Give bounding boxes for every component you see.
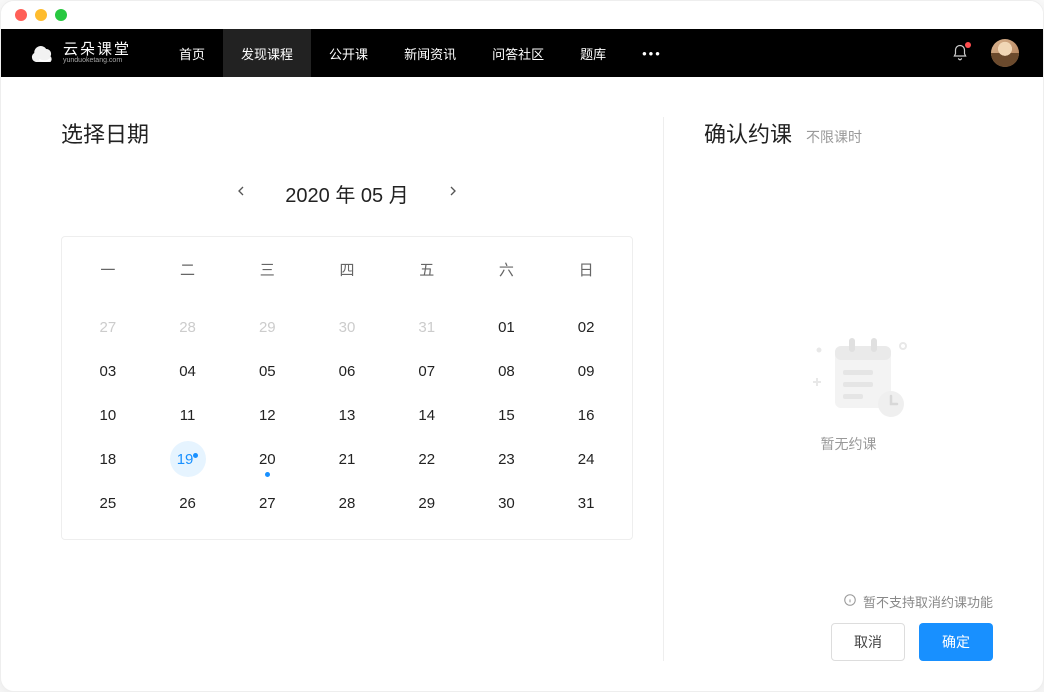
calendar-day[interactable]: 05 [227, 349, 307, 393]
calendar-day[interactable]: 16 [546, 393, 626, 437]
calendar-day[interactable]: 29 [387, 481, 467, 525]
month-label: 2020 年 05 月 [285, 179, 408, 208]
dow-cell: 五 [387, 247, 467, 291]
calendar-day[interactable]: 31 [546, 481, 626, 525]
calendar-weeks: 2728293031010203040506070809101112131415… [68, 305, 626, 525]
dow-cell: 六 [467, 247, 547, 291]
calendar-day[interactable]: 26 [148, 481, 228, 525]
logo-text-cn: 云朵课堂 [63, 42, 131, 57]
confirm-button[interactable]: 确定 [919, 623, 993, 661]
close-window-icon[interactable] [15, 9, 27, 21]
nav-item-2[interactable]: 公开课 [311, 29, 386, 77]
nav-item-3[interactable]: 新闻资讯 [386, 29, 474, 77]
calendar-day[interactable]: 15 [467, 393, 547, 437]
calendar-grid: 一二三四五六日 27282930310102030405060708091011… [61, 236, 633, 540]
calendar-day[interactable]: 28 [148, 305, 228, 349]
calendar-day[interactable]: 03 [68, 349, 148, 393]
calendar-day[interactable]: 30 [467, 481, 547, 525]
top-nav: 云朵课堂 yunduoketang.com 首页发现课程公开课新闻资讯问答社区题… [1, 29, 1043, 77]
calendar-day[interactable]: 13 [307, 393, 387, 437]
dow-cell: 三 [227, 247, 307, 291]
event-dot-icon [265, 472, 270, 477]
notice-text: 暂不支持取消约课功能 [863, 592, 993, 611]
titlebar [1, 1, 1043, 29]
event-dot-icon [193, 453, 198, 458]
calendar-day[interactable]: 09 [546, 349, 626, 393]
calendar-day[interactable]: 23 [467, 437, 547, 481]
calendar-day[interactable]: 01 [467, 305, 547, 349]
calendar-day[interactable]: 30 [307, 305, 387, 349]
avatar[interactable] [991, 39, 1019, 67]
calendar-day[interactable]: 20 [227, 437, 307, 481]
month-nav: 2020 年 05 月 [61, 177, 633, 210]
calendar-day[interactable]: 11 [148, 393, 228, 437]
dow-row: 一二三四五六日 [68, 247, 626, 291]
date-picker-title: 选择日期 [61, 117, 633, 149]
calendar-day[interactable]: 06 [307, 349, 387, 393]
calendar-day[interactable]: 22 [387, 437, 467, 481]
nav-item-1[interactable]: 发现课程 [223, 29, 311, 77]
calendar-day[interactable]: 27 [68, 305, 148, 349]
cancel-button[interactable]: 取消 [831, 623, 905, 661]
confirm-title: 确认约课 [704, 117, 792, 149]
dow-cell: 四 [307, 247, 387, 291]
dow-cell: 二 [148, 247, 228, 291]
calendar-day[interactable]: 31 [387, 305, 467, 349]
nav-more-icon[interactable]: ••• [624, 46, 680, 61]
notification-bell-icon[interactable] [951, 44, 969, 62]
calendar-day[interactable]: 10 [68, 393, 148, 437]
calendar-day[interactable]: 12 [227, 393, 307, 437]
logo[interactable]: 云朵课堂 yunduoketang.com [31, 40, 131, 66]
calendar-day[interactable]: 04 [148, 349, 228, 393]
nav-item-0[interactable]: 首页 [161, 29, 223, 77]
calendar-day[interactable]: 07 [387, 349, 467, 393]
minimize-window-icon[interactable] [35, 9, 47, 21]
dow-cell: 一 [68, 247, 148, 291]
calendar-day[interactable]: 02 [546, 305, 626, 349]
nav-item-4[interactable]: 问答社区 [474, 29, 562, 77]
logo-text-en: yunduoketang.com [63, 57, 131, 64]
notice: 暂不支持取消约课功能 [704, 592, 993, 611]
date-picker-panel: 选择日期 2020 年 05 月 一二三四五六日 272829303101020… [61, 117, 663, 661]
calendar-day[interactable]: 29 [227, 305, 307, 349]
cloud-icon [31, 40, 57, 66]
nav-item-5[interactable]: 题库 [562, 29, 624, 77]
calendar-day[interactable]: 24 [546, 437, 626, 481]
calendar-day[interactable]: 25 [68, 481, 148, 525]
empty-state: 暂无约课 [704, 189, 993, 592]
next-month-button[interactable] [439, 177, 467, 210]
calendar-day[interactable]: 21 [307, 437, 387, 481]
notification-dot-icon [965, 42, 971, 48]
calendar-day[interactable]: 08 [467, 349, 547, 393]
maximize-window-icon[interactable] [55, 9, 67, 21]
empty-calendar-icon [801, 328, 897, 418]
calendar-day[interactable]: 28 [307, 481, 387, 525]
calendar-day[interactable]: 18 [68, 437, 148, 481]
calendar-day[interactable]: 27 [227, 481, 307, 525]
info-icon [843, 593, 857, 610]
confirm-panel: 确认约课 不限课时 [663, 117, 993, 661]
nav-items: 首页发现课程公开课新闻资讯问答社区题库 [161, 29, 624, 77]
calendar-day[interactable]: 14 [387, 393, 467, 437]
confirm-subtitle: 不限课时 [806, 127, 862, 147]
prev-month-button[interactable] [227, 177, 255, 210]
calendar-day[interactable]: 19 [148, 437, 228, 481]
empty-text: 暂无约课 [821, 434, 877, 454]
app-window: 云朵课堂 yunduoketang.com 首页发现课程公开课新闻资讯问答社区题… [0, 0, 1044, 692]
dow-cell: 日 [546, 247, 626, 291]
